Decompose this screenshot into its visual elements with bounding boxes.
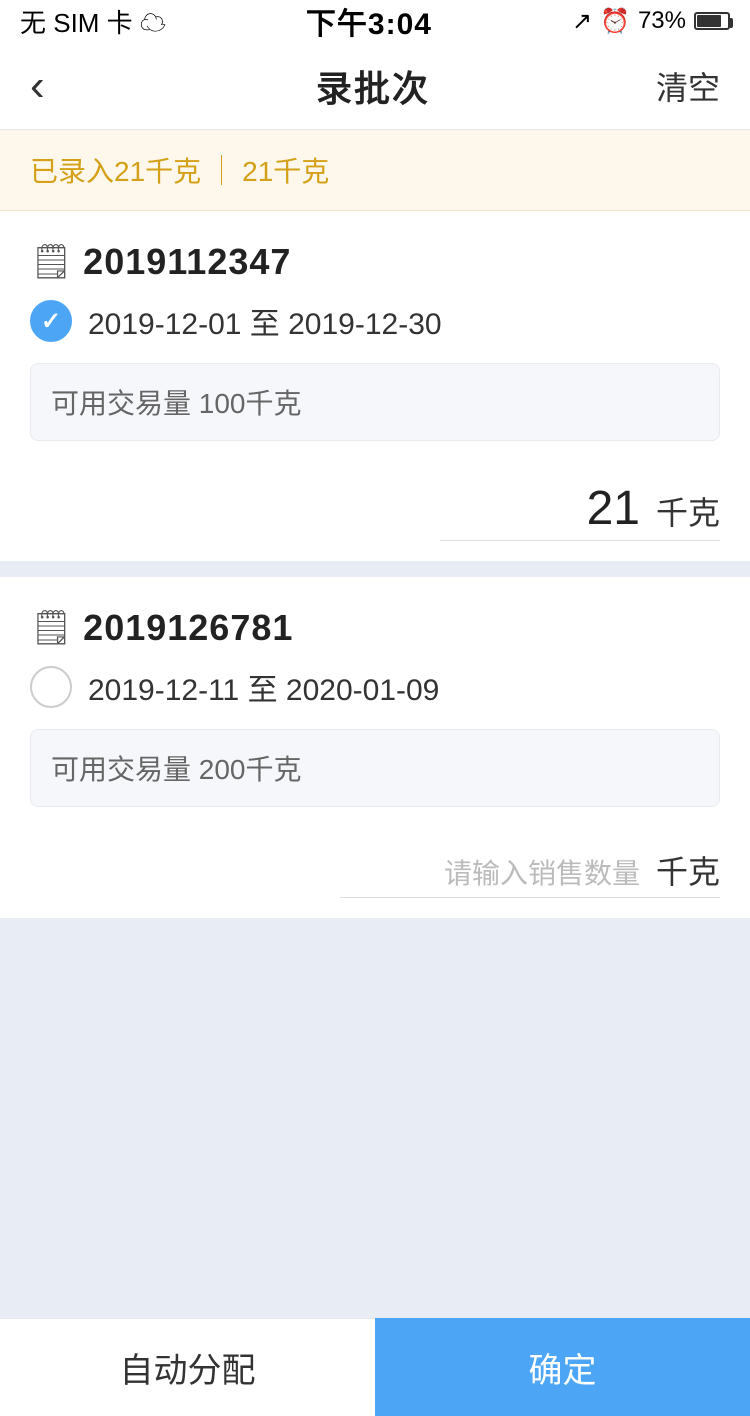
battery-icon (694, 12, 730, 30)
batch-2-inner: 🗒 2019126781 2019-12-11 至 2020-01-09 可用交… (0, 577, 750, 807)
batch-1-quantity-value: 21 (587, 481, 640, 536)
batch-1-number: 2019112347 (83, 241, 291, 283)
back-button[interactable]: ‹ (30, 61, 90, 111)
recorded-summary: 已录入21千克 (30, 150, 201, 190)
batch-2-radio[interactable] (30, 666, 72, 708)
batch-1-radio[interactable]: ✓ (30, 300, 72, 342)
alarm-icon: ⏰ (600, 7, 630, 36)
nav-bar: ‹ 录批次 清空 (0, 42, 750, 130)
summary-divider (221, 155, 222, 185)
batch-1-date: 2019-12-01 至 2019-12-30 (88, 299, 442, 343)
battery-label: 73% (638, 7, 686, 35)
batch-1-available: 可用交易量 100千克 (30, 363, 720, 441)
batch-1-header: 🗒 2019112347 (30, 241, 720, 283)
page-title: 录批次 (316, 60, 430, 112)
sim-label: 无 SIM 卡 ☁ (20, 3, 166, 40)
auto-distribute-button[interactable]: 自动分配 (0, 1318, 375, 1416)
batch-2-card: 🗒 2019126781 2019-12-11 至 2020-01-09 可用交… (0, 577, 750, 918)
batch-2-available: 可用交易量 200千克 (30, 729, 720, 807)
batch-2-unit: 千克 (656, 847, 720, 893)
total-summary: 21千克 (242, 150, 329, 190)
batch-2-underline (340, 897, 720, 898)
batch-2-icon: 🗒 (30, 608, 73, 648)
empty-space (0, 918, 750, 1318)
batch-1-quantity-row: 21 千克 (0, 461, 750, 561)
status-left: 无 SIM 卡 ☁ (20, 3, 166, 40)
status-time: 下午3:04 (306, 0, 432, 43)
batch-1-icon: 🗒 (30, 242, 73, 282)
batch-1-unit: 千克 (656, 488, 720, 534)
clear-button[interactable]: 清空 (656, 63, 720, 109)
batch-2-number: 2019126781 (83, 607, 293, 649)
batch-2-quantity-row: 请输入销售数量 千克 (0, 827, 750, 918)
location-icon: ↗ (572, 7, 592, 36)
status-right: ↗ ⏰ 73% (572, 7, 730, 36)
batch-1-underline (440, 540, 720, 541)
batch-2-input-placeholder: 请输入销售数量 (444, 852, 640, 892)
batch-1-card: 🗒 2019112347 ✓ 2019-12-01 至 2019-12-30 可… (0, 211, 750, 461)
batch-1-date-row: ✓ 2019-12-01 至 2019-12-30 (30, 299, 720, 343)
card-separator-1 (0, 561, 750, 577)
bottom-buttons: 自动分配 确定 (0, 1318, 750, 1416)
batch-2-date: 2019-12-11 至 2020-01-09 (88, 665, 439, 709)
summary-banner: 已录入21千克 21千克 (0, 130, 750, 211)
confirm-button[interactable]: 确定 (375, 1318, 750, 1416)
batch-2-date-row: 2019-12-11 至 2020-01-09 (30, 665, 720, 709)
status-bar: 无 SIM 卡 ☁ 下午3:04 ↗ ⏰ 73% (0, 0, 750, 42)
check-icon: ✓ (41, 307, 61, 336)
batch-2-header: 🗒 2019126781 (30, 607, 720, 649)
